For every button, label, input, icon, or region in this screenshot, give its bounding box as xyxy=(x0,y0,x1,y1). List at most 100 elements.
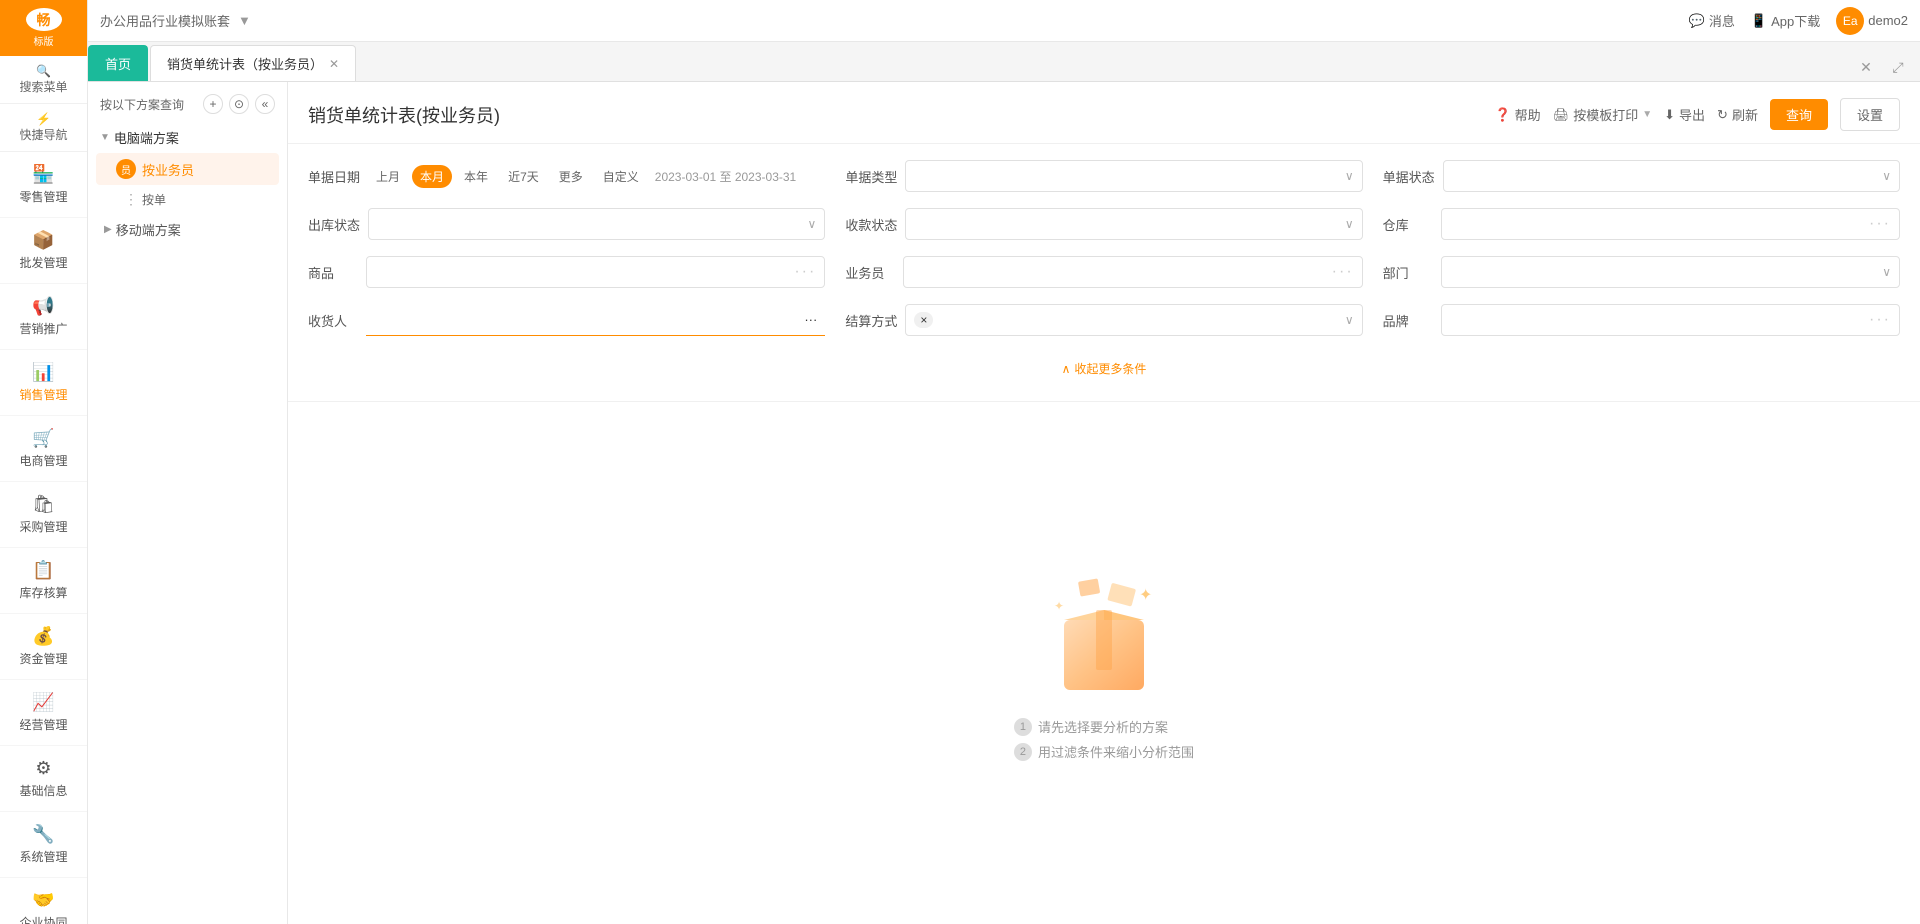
salesperson-label: 业务员 xyxy=(845,263,895,282)
out-status-label: 出库状态 xyxy=(308,215,360,234)
tab-home-label: 首页 xyxy=(105,54,131,73)
sidebar-item-system[interactable]: 🔧 系统管理 xyxy=(0,812,87,878)
purchase-icon: 🛍 xyxy=(4,494,83,515)
receiver-input[interactable]: ··· xyxy=(366,304,825,336)
pc-scheme-label: 电脑端方案 xyxy=(114,128,179,147)
user-info[interactable]: Ea demo2 xyxy=(1836,7,1908,35)
collect-status-input[interactable]: ∨ xyxy=(905,208,1362,240)
goods-dots: ··· xyxy=(794,263,816,281)
sidebar-item-wholesale[interactable]: 📦 批发管理 xyxy=(0,218,87,284)
page-header: 销货单统计表(按业务员) ❓ 帮助 🖨 按模板打印 ▼ ⬇ 导出 xyxy=(288,82,1920,144)
warehouse-input[interactable]: ··· xyxy=(1441,208,1900,240)
filter-doc-status: 单据状态 ∨ xyxy=(1383,160,1900,192)
print-label: 按模板打印 xyxy=(1573,105,1638,124)
inventory-label: 库存核算 xyxy=(4,584,83,601)
page-title: 销货单统计表(按业务员) xyxy=(308,102,500,128)
sidebar-item-enterprise[interactable]: 🤝 企业协同 xyxy=(0,878,87,924)
finance-label: 资金管理 xyxy=(4,650,83,667)
filter-collect-status: 收款状态 ∨ xyxy=(845,208,1362,240)
date-btn-custom[interactable]: 自定义 xyxy=(595,165,647,188)
mobile-scheme-label: 移动端方案 xyxy=(116,220,181,239)
add-scheme-btn[interactable]: + xyxy=(203,94,223,114)
settings-btn[interactable]: 设置 xyxy=(1840,98,1900,131)
export-btn[interactable]: ⬇ 导出 xyxy=(1664,105,1705,124)
window-expand-btn[interactable]: ⤢ xyxy=(1884,53,1912,81)
mobile-scheme-group[interactable]: ▶ 移动端方案 xyxy=(88,214,287,245)
filter-date: 单据日期 上月 本月 本年 近7天 更多 自定义 2023-03-01 至 20… xyxy=(308,165,825,188)
print-btn[interactable]: 🖨 按模板打印 ▼ xyxy=(1553,105,1652,124)
salesperson-input[interactable]: ··· xyxy=(903,256,1362,288)
sidebar-item-operation[interactable]: 📈 经营管理 xyxy=(0,680,87,746)
out-status-input[interactable]: ∨ xyxy=(368,208,825,240)
basic-label: 基础信息 xyxy=(4,782,83,799)
retail-icon: 🏪 xyxy=(4,164,83,185)
sidebar-search[interactable]: 🔍 搜索菜单 xyxy=(0,56,87,104)
filter-row-2: 出库状态 ∨ 收款状态 ∨ 仓库 xyxy=(308,208,1900,240)
query-btn[interactable]: 查询 xyxy=(1770,99,1828,130)
doc-type-input[interactable]: ∨ xyxy=(905,160,1362,192)
date-btn-last-month[interactable]: 上月 xyxy=(368,165,408,188)
finance-icon: 💰 xyxy=(4,626,83,647)
tab-sales-report[interactable]: 销货单统计表（按业务员） ✕ xyxy=(150,45,356,81)
payment-tag-close-icon: × xyxy=(920,313,927,327)
collapse-scheme-btn[interactable]: « xyxy=(255,94,275,114)
marketing-label: 营销推广 xyxy=(4,320,83,337)
collapse-bar[interactable]: ∧ 收起更多条件 xyxy=(308,352,1900,385)
filter-goods: 商品 ··· xyxy=(308,256,825,288)
brand-dots: ··· xyxy=(1869,311,1891,329)
inventory-icon: 📋 xyxy=(4,560,83,581)
collect-status-chevron: ∨ xyxy=(1345,217,1354,231)
payment-tag[interactable]: × xyxy=(914,312,933,328)
date-btn-more[interactable]: 更多 xyxy=(551,165,591,188)
settings-scheme-btn[interactable]: ⊙ xyxy=(229,94,249,114)
filter-salesperson: 业务员 ··· xyxy=(845,256,1362,288)
ecommerce-icon: 🛒 xyxy=(4,428,83,449)
filter-brand: 品牌 ··· xyxy=(1383,304,1900,336)
brand-input[interactable]: ··· xyxy=(1441,304,1900,336)
app-download-btn[interactable]: 📱 App下载 xyxy=(1751,11,1820,30)
sidebar-item-purchase[interactable]: 🛍 采购管理 xyxy=(0,482,87,548)
empty-hints: 1 请先选择要分析的方案 2 用过滤条件来缩小分析范围 xyxy=(1014,717,1194,761)
doc-status-input[interactable]: ∨ xyxy=(1443,160,1900,192)
salesperson-scheme-icon: 员 xyxy=(116,159,136,179)
scheme-item-salesperson[interactable]: 员 按业务员 xyxy=(96,153,279,185)
purchase-label: 采购管理 xyxy=(4,518,83,535)
topbar-dropdown-icon[interactable]: ▼ xyxy=(238,13,251,28)
sales-label: 销售管理 xyxy=(4,386,83,403)
refresh-btn[interactable]: ↻ 刷新 xyxy=(1717,105,1758,124)
empty-box-svg: ✦ ✦ xyxy=(1024,565,1184,705)
filter-payment: 结算方式 × ∨ xyxy=(845,304,1362,336)
filter-dept: 部门 ∨ xyxy=(1383,256,1900,288)
pc-scheme-title[interactable]: ▼ 电脑端方案 xyxy=(96,122,279,153)
help-btn[interactable]: ❓ 帮助 xyxy=(1494,105,1540,124)
sidebar-item-finance[interactable]: 💰 资金管理 xyxy=(0,614,87,680)
sidebar-item-basic[interactable]: ⚙ 基础信息 xyxy=(0,746,87,812)
window-close-btn[interactable]: ✕ xyxy=(1852,53,1880,81)
main-area: 办公用品行业模拟账套 ▼ 💬 消息 📱 App下载 Ea demo2 首页 销货… xyxy=(88,0,1920,924)
scheme-item-order[interactable]: ⋮ 按单 xyxy=(96,185,279,214)
date-btn-this-year[interactable]: 本年 xyxy=(456,165,496,188)
sidebar-item-marketing[interactable]: 📢 营销推广 xyxy=(0,284,87,350)
warehouse-label: 仓库 xyxy=(1383,215,1433,234)
goods-label: 商品 xyxy=(308,263,358,282)
date-btn-this-month[interactable]: 本月 xyxy=(412,165,452,188)
goods-input[interactable]: ··· xyxy=(366,256,825,288)
sidebar-item-sales[interactable]: 📊 销售管理 xyxy=(0,350,87,416)
sidebar-item-retail[interactable]: 🏪 零售管理 xyxy=(0,152,87,218)
dept-input[interactable]: ∨ xyxy=(1441,256,1900,288)
out-status-chevron: ∨ xyxy=(808,217,817,231)
payment-input[interactable]: × ∨ xyxy=(905,304,1362,336)
sidebar-item-inventory[interactable]: 📋 库存核算 xyxy=(0,548,87,614)
sidebar-quick-nav[interactable]: ⚡ 快捷导航 xyxy=(0,104,87,152)
export-label: 导出 xyxy=(1679,105,1705,124)
empty-state: ✦ ✦ 1 请先选择要分析的方案 2 用过滤条件来缩小分析范围 xyxy=(288,402,1920,924)
sidebar-item-ecommerce[interactable]: 🛒 电商管理 xyxy=(0,416,87,482)
message-btn[interactable]: 💬 消息 xyxy=(1689,11,1735,30)
pc-scheme-arrow: ▼ xyxy=(100,132,110,143)
date-btn-7days[interactable]: 近7天 xyxy=(500,165,547,188)
tab-close-icon[interactable]: ✕ xyxy=(329,57,339,71)
topbar-right: 💬 消息 📱 App下载 Ea demo2 xyxy=(1689,7,1908,35)
hint-num-1: 1 xyxy=(1014,718,1032,736)
user-name: demo2 xyxy=(1868,13,1908,28)
tab-home[interactable]: 首页 xyxy=(88,45,148,81)
